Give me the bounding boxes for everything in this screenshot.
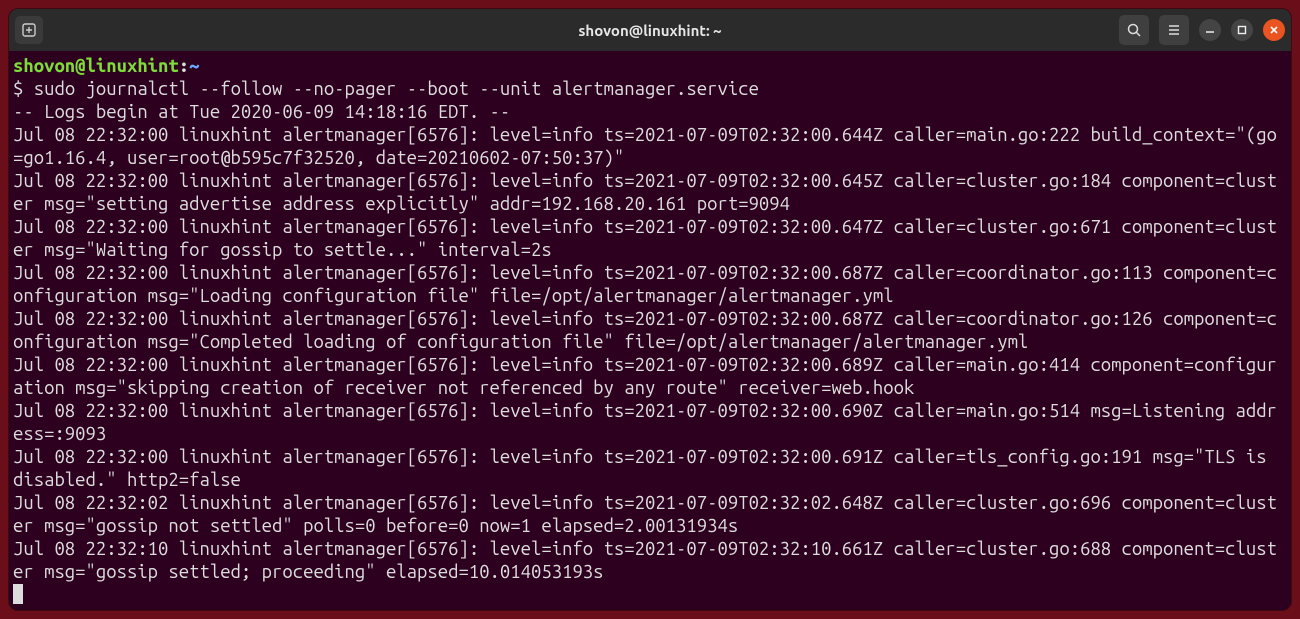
terminal-window: shovon@linuxhint: ~	[9, 9, 1291, 610]
search-button[interactable]	[1119, 15, 1149, 45]
log-line: Jul 08 22:32:00 linuxhint alertmanager[6…	[13, 447, 1277, 490]
prompt-separator: :	[179, 56, 189, 76]
menu-button[interactable]	[1159, 15, 1189, 45]
search-icon	[1126, 22, 1142, 38]
log-line: Jul 08 22:32:02 linuxhint alertmanager[6…	[13, 493, 1277, 536]
log-line: Jul 08 22:32:00 linuxhint alertmanager[6…	[13, 401, 1277, 444]
terminal-body[interactable]: shovon@linuxhint:~ $ sudo journalctl --f…	[9, 51, 1291, 608]
log-line: Jul 08 22:32:00 linuxhint alertmanager[6…	[13, 217, 1277, 260]
log-line: Jul 08 22:32:00 linuxhint alertmanager[6…	[13, 171, 1277, 214]
prompt-path: ~	[189, 56, 199, 76]
titlebar-right	[1119, 15, 1285, 45]
close-icon	[1269, 25, 1279, 35]
prompt-user-host: shovon@linuxhint	[13, 56, 179, 76]
cursor	[13, 584, 23, 604]
log-line: Jul 08 22:32:00 linuxhint alertmanager[6…	[13, 309, 1277, 352]
close-button[interactable]	[1263, 19, 1285, 41]
minimize-button[interactable]	[1199, 19, 1221, 41]
new-tab-button[interactable]	[15, 16, 43, 44]
new-tab-icon	[21, 22, 37, 38]
minimize-icon	[1205, 25, 1215, 35]
maximize-button[interactable]	[1231, 19, 1253, 41]
window-title: shovon@linuxhint: ~	[578, 22, 721, 39]
command-text: sudo journalctl --follow --no-pager --bo…	[34, 79, 759, 99]
log-line: Jul 08 22:32:00 linuxhint alertmanager[6…	[13, 263, 1277, 306]
titlebar: shovon@linuxhint: ~	[9, 9, 1291, 51]
maximize-icon	[1237, 25, 1247, 35]
prompt-dollar: $	[13, 79, 34, 99]
log-line: Jul 08 22:32:00 linuxhint alertmanager[6…	[13, 355, 1277, 398]
menu-icon	[1166, 22, 1182, 38]
log-line: Jul 08 22:32:10 linuxhint alertmanager[6…	[13, 539, 1277, 582]
log-line: Jul 08 22:32:00 linuxhint alertmanager[6…	[13, 125, 1277, 168]
log-line: -- Logs begin at Tue 2020-06-09 14:18:16…	[13, 102, 510, 122]
